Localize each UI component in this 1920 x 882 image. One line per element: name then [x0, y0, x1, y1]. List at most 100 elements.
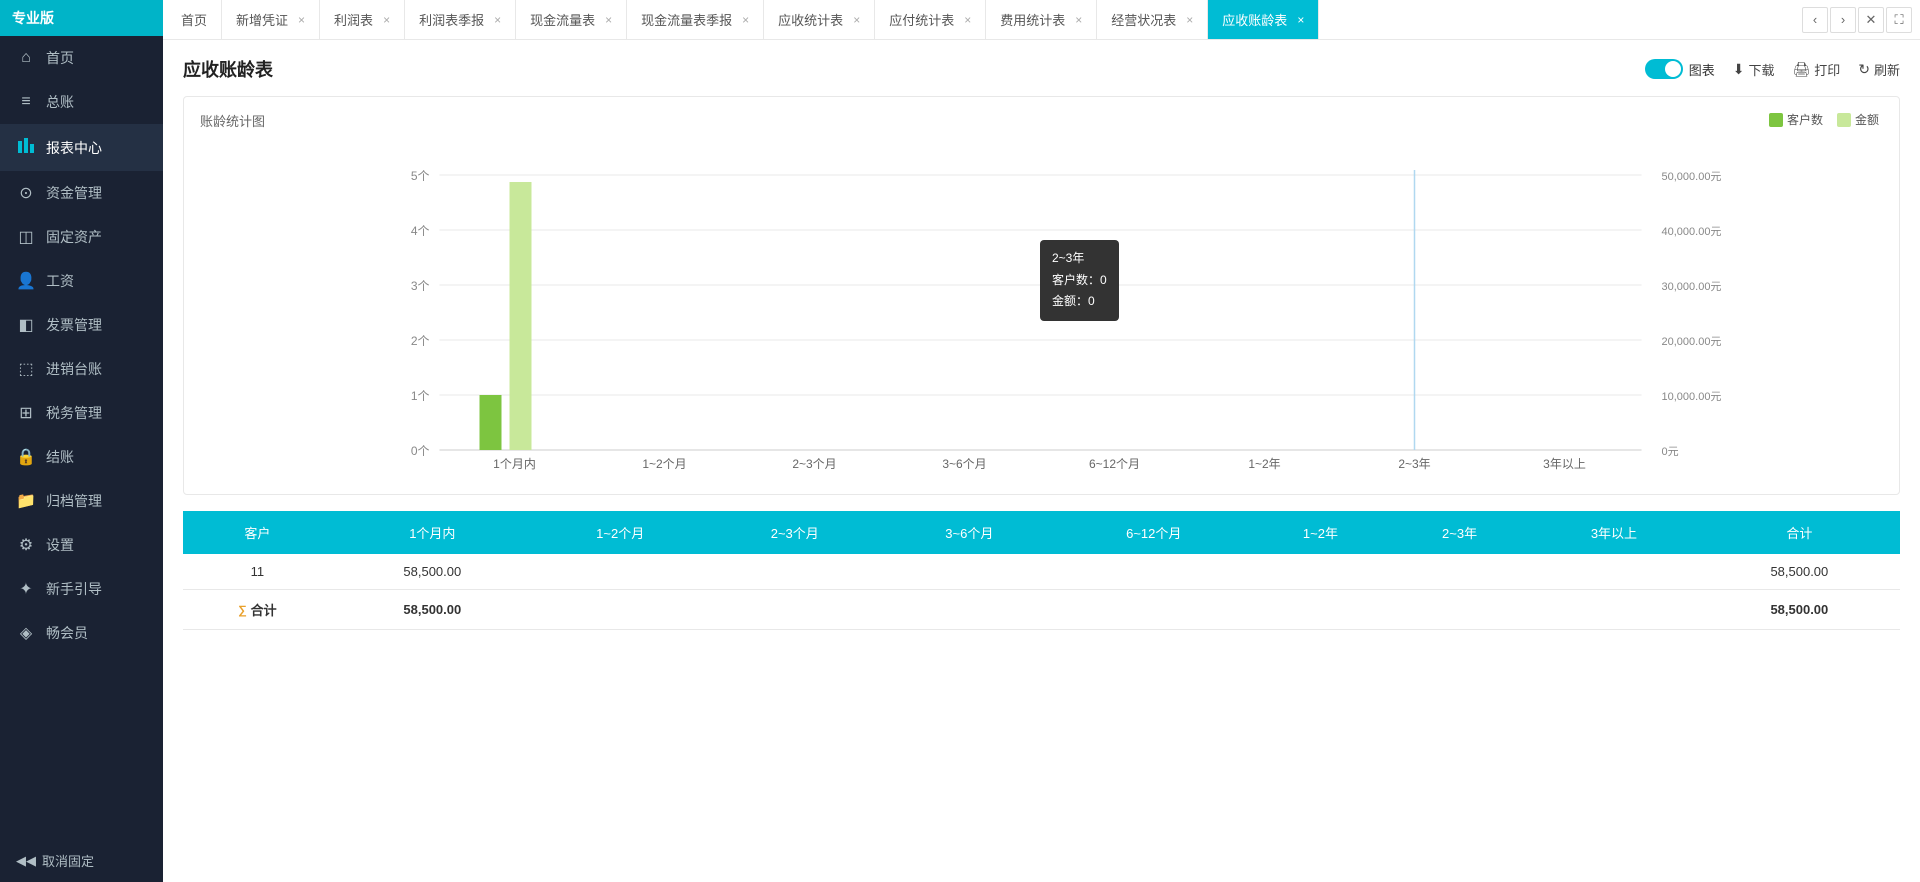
svg-text:2个: 2个 — [411, 334, 430, 348]
row-m6 — [1251, 554, 1390, 590]
home-icon: ⌂ — [16, 49, 36, 67]
sidebar-item-closing[interactable]: 🔒 结账 — [0, 435, 163, 479]
row-m7 — [1390, 554, 1529, 590]
sidebar-item-tax[interactable]: ⊞ 税务管理 — [0, 391, 163, 435]
membership-icon: ◈ — [16, 623, 36, 643]
invoice-icon: ◧ — [16, 315, 36, 335]
archive-icon: 📁 — [16, 491, 36, 511]
pin-icon: ◀◀ — [16, 853, 36, 869]
tab-cash-flow-quarterly[interactable]: 现金流量表季报 × — [627, 0, 764, 40]
tab-close-expense-stats[interactable]: × — [1075, 13, 1082, 27]
tab-close-cash-flow-quarterly[interactable]: × — [742, 13, 749, 27]
col-header-m8: 3年以上 — [1529, 511, 1699, 554]
total-m4 — [882, 590, 1057, 630]
download-icon: ⬇ — [1733, 61, 1745, 78]
tab-ar-aging[interactable]: 应收账龄表 × — [1208, 0, 1319, 40]
col-header-m6: 1~2年 — [1251, 511, 1390, 554]
tab-home[interactable]: 首页 — [167, 0, 222, 40]
tab-prev-btn[interactable]: ‹ — [1802, 7, 1828, 33]
tab-close-all-btn[interactable]: ✕ — [1858, 7, 1884, 33]
col-header-m5: 6~12个月 — [1057, 511, 1251, 554]
sidebar-item-report-center[interactable]: 报表中心 — [0, 124, 163, 171]
download-btn[interactable]: ⬇ 下载 — [1733, 60, 1775, 79]
payroll-icon: 👤 — [16, 271, 36, 291]
table-header-row: 客户 1个月内 1~2个月 2~3个月 3~6个月 6~12个月 1~2年 2~… — [183, 511, 1900, 554]
tab-expand-btn[interactable]: ⛶ — [1886, 7, 1912, 33]
total-m2 — [533, 590, 708, 630]
tab-bar: 首页 新增凭证 × 利润表 × 利润表季报 × 现金流量表 × 现金流量表季报 … — [163, 0, 1920, 40]
col-header-m1: 1个月内 — [332, 511, 533, 554]
chart-toggle-wrap: 图表 — [1645, 59, 1715, 79]
sidebar-item-label: 首页 — [46, 48, 74, 68]
legend-color-customers — [1769, 113, 1783, 127]
col-header-m7: 2~3年 — [1390, 511, 1529, 554]
sidebar-item-invoice[interactable]: ◧ 发票管理 — [0, 303, 163, 347]
total-m5 — [1057, 590, 1251, 630]
chart-toggle[interactable] — [1645, 59, 1683, 79]
refresh-btn[interactable]: ↻ 刷新 — [1858, 60, 1900, 79]
tab-next-btn[interactable]: › — [1830, 7, 1856, 33]
tab-close-receivable-stats[interactable]: × — [853, 13, 860, 27]
tab-operation-status[interactable]: 经营状况表 × — [1097, 0, 1208, 40]
svg-text:1个: 1个 — [411, 389, 430, 403]
table-row: 11 58,500.00 58,500.00 — [183, 554, 1900, 590]
sidebar-item-payroll[interactable]: 👤 工资 — [0, 259, 163, 303]
page-header: 应收账龄表 图表 ⬇ 下载 🖨 打印 ↻ 刷新 — [183, 56, 1900, 82]
tab-profit-quarterly[interactable]: 利润表季报 × — [405, 0, 516, 40]
sidebar-item-label: 结账 — [46, 447, 74, 467]
sidebar-item-archive[interactable]: 📁 归档管理 — [0, 479, 163, 523]
bar-cat1-amount — [510, 182, 532, 450]
sidebar-item-label: 归档管理 — [46, 491, 102, 511]
sidebar-item-home[interactable]: ⌂ 首页 — [0, 36, 163, 80]
sidebar-item-settings[interactable]: ⚙ 设置 — [0, 523, 163, 567]
col-header-m3: 2~3个月 — [707, 511, 882, 554]
tab-close-cash-flow[interactable]: × — [605, 13, 612, 27]
tab-payable-stats[interactable]: 应付统计表 × — [875, 0, 986, 40]
sidebar-item-fund[interactable]: ⊙ 资金管理 — [0, 171, 163, 215]
chart-legend: 客户数 金额 — [1769, 111, 1879, 128]
sidebar-item-label: 固定资产 — [46, 227, 102, 247]
sidebar-item-purchase-sales[interactable]: ⬚ 进销台账 — [0, 347, 163, 391]
svg-text:20,000.00元: 20,000.00元 — [1662, 336, 1722, 348]
col-header-m2: 1~2个月 — [533, 511, 708, 554]
tab-expense-stats[interactable]: 费用统计表 × — [986, 0, 1097, 40]
svg-text:2~3年: 2~3年 — [1398, 457, 1430, 471]
col-header-total: 合计 — [1699, 511, 1900, 554]
print-btn[interactable]: 🖨 打印 — [1792, 60, 1840, 79]
tab-close-ar-aging[interactable]: × — [1297, 13, 1304, 27]
tab-new-voucher[interactable]: 新增凭证 × — [222, 0, 320, 40]
sidebar-pin-toggle[interactable]: ◀◀ 取消固定 — [0, 839, 163, 882]
tab-receivable-stats[interactable]: 应收统计表 × — [764, 0, 875, 40]
svg-text:0个: 0个 — [411, 444, 430, 458]
total-m8 — [1529, 590, 1699, 630]
row-m8 — [1529, 554, 1699, 590]
sidebar-item-general-ledger[interactable]: ≡ 总账 — [0, 80, 163, 124]
tab-close-profit[interactable]: × — [383, 13, 390, 27]
total-label: ∑ 合计 — [191, 600, 324, 619]
sidebar-item-membership[interactable]: ◈ 畅会员 — [0, 611, 163, 655]
sidebar-item-guide[interactable]: ✦ 新手引导 — [0, 567, 163, 611]
svg-text:1个月内: 1个月内 — [493, 457, 536, 471]
total-m7 — [1390, 590, 1529, 630]
tab-navigation: ‹ › ✕ ⛶ — [1802, 7, 1916, 33]
tab-close-payable-stats[interactable]: × — [964, 13, 971, 27]
legend-amount: 金额 — [1837, 111, 1879, 128]
svg-text:40,000.00元: 40,000.00元 — [1662, 226, 1722, 238]
ledger-icon: ≡ — [16, 93, 36, 111]
tab-cash-flow[interactable]: 现金流量表 × — [516, 0, 627, 40]
svg-text:4个: 4个 — [411, 224, 430, 238]
sidebar-item-label: 资金管理 — [46, 183, 102, 203]
total-m6 — [1251, 590, 1390, 630]
row-m2 — [533, 554, 708, 590]
sidebar-item-fixed-assets[interactable]: ◫ 固定资产 — [0, 215, 163, 259]
tab-close-profit-quarterly[interactable]: × — [494, 13, 501, 27]
sidebar-item-label: 工资 — [46, 271, 74, 291]
tab-close-operation-status[interactable]: × — [1186, 13, 1193, 27]
print-icon: 🖨 — [1792, 61, 1810, 78]
sidebar: 专业版 ⌂ 首页 ≡ 总账 报表中心 ⊙ 资金管理 ◫ 固定资产 👤 工资 ◧ … — [0, 0, 163, 882]
tab-close-new-voucher[interactable]: × — [298, 13, 305, 27]
total-sum-icon: ∑ — [238, 603, 247, 617]
tab-profit[interactable]: 利润表 × — [320, 0, 405, 40]
col-header-m4: 3~6个月 — [882, 511, 1057, 554]
refresh-icon: ↻ — [1858, 61, 1870, 78]
